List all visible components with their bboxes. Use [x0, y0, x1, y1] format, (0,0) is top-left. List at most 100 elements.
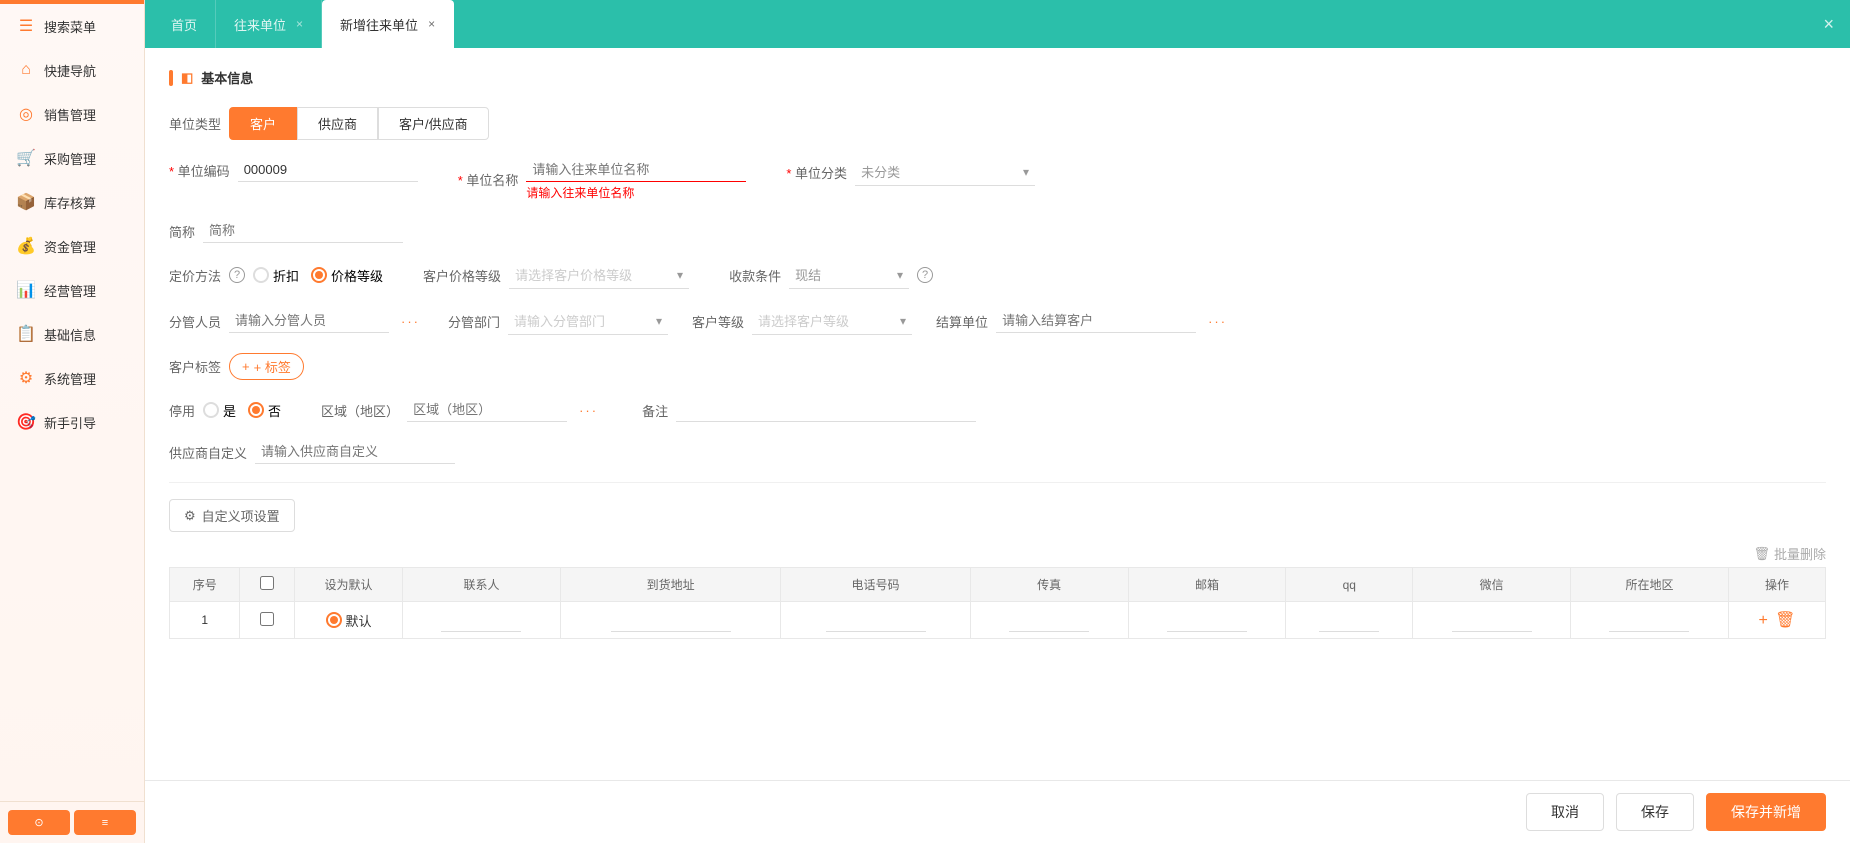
payment-terms-help-icon[interactable]: ?	[917, 267, 933, 283]
row-qq[interactable]	[1286, 602, 1413, 639]
short-name-label: 简称	[169, 222, 195, 241]
supplier-custom-row: 供应商自定义	[169, 440, 1826, 464]
table-header-row: 序号 设为默认 联系人 到货地址 电话号码 传真 邮箱 qq 微信 所在地区 操…	[170, 568, 1826, 602]
table-region-input[interactable]	[1609, 608, 1689, 632]
unit-code-field: 单位编码	[169, 158, 418, 182]
tags-label: 客户标签	[169, 357, 221, 376]
customer-price-level-select[interactable]: 请选择客户价格等级 ▾	[509, 261, 689, 289]
row-checkbox[interactable]	[260, 612, 274, 626]
pricing-help-icon[interactable]: ?	[229, 267, 245, 283]
batch-delete-icon: 🗑	[1753, 546, 1770, 562]
settlement-unit-more-icon[interactable]: ···	[1204, 314, 1231, 329]
customer-level-arrow: ▾	[900, 314, 906, 328]
system-icon: ⚙	[16, 368, 36, 388]
unit-code-input[interactable]	[238, 158, 418, 182]
row-phone[interactable]	[781, 602, 970, 639]
close-window-icon[interactable]: ×	[1823, 14, 1834, 35]
pricing-label: 定价方法	[169, 266, 221, 285]
email-input[interactable]	[1167, 608, 1247, 632]
short-name-row: 简称	[169, 219, 1826, 243]
settlement-unit-input[interactable]	[996, 309, 1196, 333]
close-new-partner-tab-icon[interactable]: ×	[428, 17, 435, 31]
add-tag-icon: +	[242, 359, 250, 374]
cancel-button[interactable]: 取消	[1526, 793, 1604, 831]
tab-new-partner[interactable]: 新增往来单位 ×	[322, 0, 454, 48]
supplier-custom-input[interactable]	[255, 440, 455, 464]
row-contact[interactable]	[403, 602, 561, 639]
manager-more-icon[interactable]: ···	[397, 314, 424, 329]
phone-input[interactable]	[826, 608, 926, 632]
row-checkbox-cell	[240, 602, 295, 639]
disabled-no-circle	[248, 402, 264, 418]
sidebar-search[interactable]: ☰ 搜索菜单	[0, 4, 144, 48]
unit-name-error: 请输入往来单位名称	[526, 184, 746, 201]
disabled-yes-circle	[203, 402, 219, 418]
disabled-yes[interactable]: 是	[203, 401, 236, 420]
department-field: 分管部门 请输入分管部门 ▾	[448, 307, 668, 335]
pricing-row: 定价方法 ? 折扣 价格等级 客户价格等级 请选择客户价格等级	[169, 261, 1826, 289]
add-row-icon[interactable]: +	[1756, 610, 1769, 631]
del-row-icon[interactable]: 🗑	[1773, 610, 1797, 631]
sidebar-item-finance[interactable]: 💰 资金管理	[0, 224, 144, 268]
default-circle	[326, 612, 342, 628]
qq-input[interactable]	[1319, 608, 1379, 632]
tab-partner[interactable]: 往来单位 ×	[216, 0, 322, 48]
customer-price-level-arrow: ▾	[677, 268, 683, 282]
save-new-button[interactable]: 保存并新增	[1706, 793, 1826, 831]
sidebar-item-system[interactable]: ⚙ 系统管理	[0, 356, 144, 400]
fax-input[interactable]	[1009, 608, 1089, 632]
short-name-input[interactable]	[203, 219, 403, 243]
customer-level-select[interactable]: 请选择客户等级 ▾	[752, 307, 912, 335]
department-select[interactable]: 请输入分管部门 ▾	[508, 307, 668, 335]
custom-settings-button[interactable]: ⚙ 自定义项设置	[169, 499, 295, 532]
save-button[interactable]: 保存	[1616, 793, 1694, 831]
manager-input[interactable]	[229, 309, 389, 333]
tab-bar: 首页 往来单位 × 新增往来单位 × ×	[145, 0, 1850, 48]
sidebar-item-operations[interactable]: 📊 经营管理	[0, 268, 144, 312]
pricing-radio-discount[interactable]: 折扣	[253, 266, 299, 285]
unit-btn-customer[interactable]: 客户	[229, 107, 297, 140]
wechat-input[interactable]	[1452, 608, 1532, 632]
region-more-icon[interactable]: ···	[575, 403, 602, 418]
contact-input[interactable]	[441, 608, 521, 632]
pricing-field: 定价方法 ? 折扣 价格等级	[169, 266, 383, 285]
region-input[interactable]	[407, 398, 567, 422]
row-region[interactable]	[1571, 602, 1729, 639]
sidebar-btn-right[interactable]: ≡	[74, 810, 136, 835]
sidebar-item-basic-info[interactable]: 📋 基础信息	[0, 312, 144, 356]
disabled-no[interactable]: 否	[248, 401, 281, 420]
unit-category-select[interactable]: 未分类 ▾	[855, 158, 1035, 186]
unit-name-input[interactable]	[526, 158, 746, 182]
settlement-unit-field: 结算单位 ···	[936, 309, 1231, 333]
sidebar-item-guide[interactable]: 🎯 新手引导	[0, 400, 144, 444]
unit-btn-both[interactable]: 客户/供应商	[378, 107, 489, 140]
batch-delete-label[interactable]: 批量删除	[1774, 544, 1826, 563]
select-all-checkbox[interactable]	[260, 576, 274, 590]
sidebar-item-quick-nav[interactable]: ⌂ 快捷导航	[0, 48, 144, 92]
sidebar-item-sales[interactable]: ◎ 销售管理	[0, 92, 144, 136]
add-tag-button[interactable]: + + 标签	[229, 353, 304, 380]
payment-terms-select[interactable]: 现结 ▾	[789, 261, 909, 289]
default-radio[interactable]: 默认	[305, 611, 392, 630]
row-fax[interactable]	[970, 602, 1128, 639]
address-input[interactable]	[611, 608, 731, 632]
region-field: 区域（地区） ···	[321, 398, 602, 422]
row-wechat[interactable]	[1413, 602, 1571, 639]
department-arrow: ▾	[656, 314, 662, 328]
supplier-custom-field: 供应商自定义	[169, 440, 455, 464]
unit-category-label: 单位分类	[786, 163, 847, 182]
row-index: 1	[170, 602, 240, 639]
sidebar-btn-left[interactable]: ⊙	[8, 810, 70, 835]
sidebar-item-inventory[interactable]: 📦 库存核算	[0, 180, 144, 224]
row-address[interactable]	[560, 602, 780, 639]
region-label: 区域（地区）	[321, 401, 399, 420]
close-partner-tab-icon[interactable]: ×	[296, 17, 303, 31]
unit-type-row: 单位类型 客户 供应商 客户/供应商	[169, 107, 1826, 140]
pricing-radio-level[interactable]: 价格等级	[311, 266, 383, 285]
guide-icon: 🎯	[16, 412, 36, 432]
unit-btn-supplier[interactable]: 供应商	[297, 107, 378, 140]
tab-home[interactable]: 首页	[153, 0, 216, 48]
sidebar-item-purchase[interactable]: 🛒 采购管理	[0, 136, 144, 180]
row-email[interactable]	[1128, 602, 1286, 639]
remarks-input[interactable]	[676, 398, 976, 422]
